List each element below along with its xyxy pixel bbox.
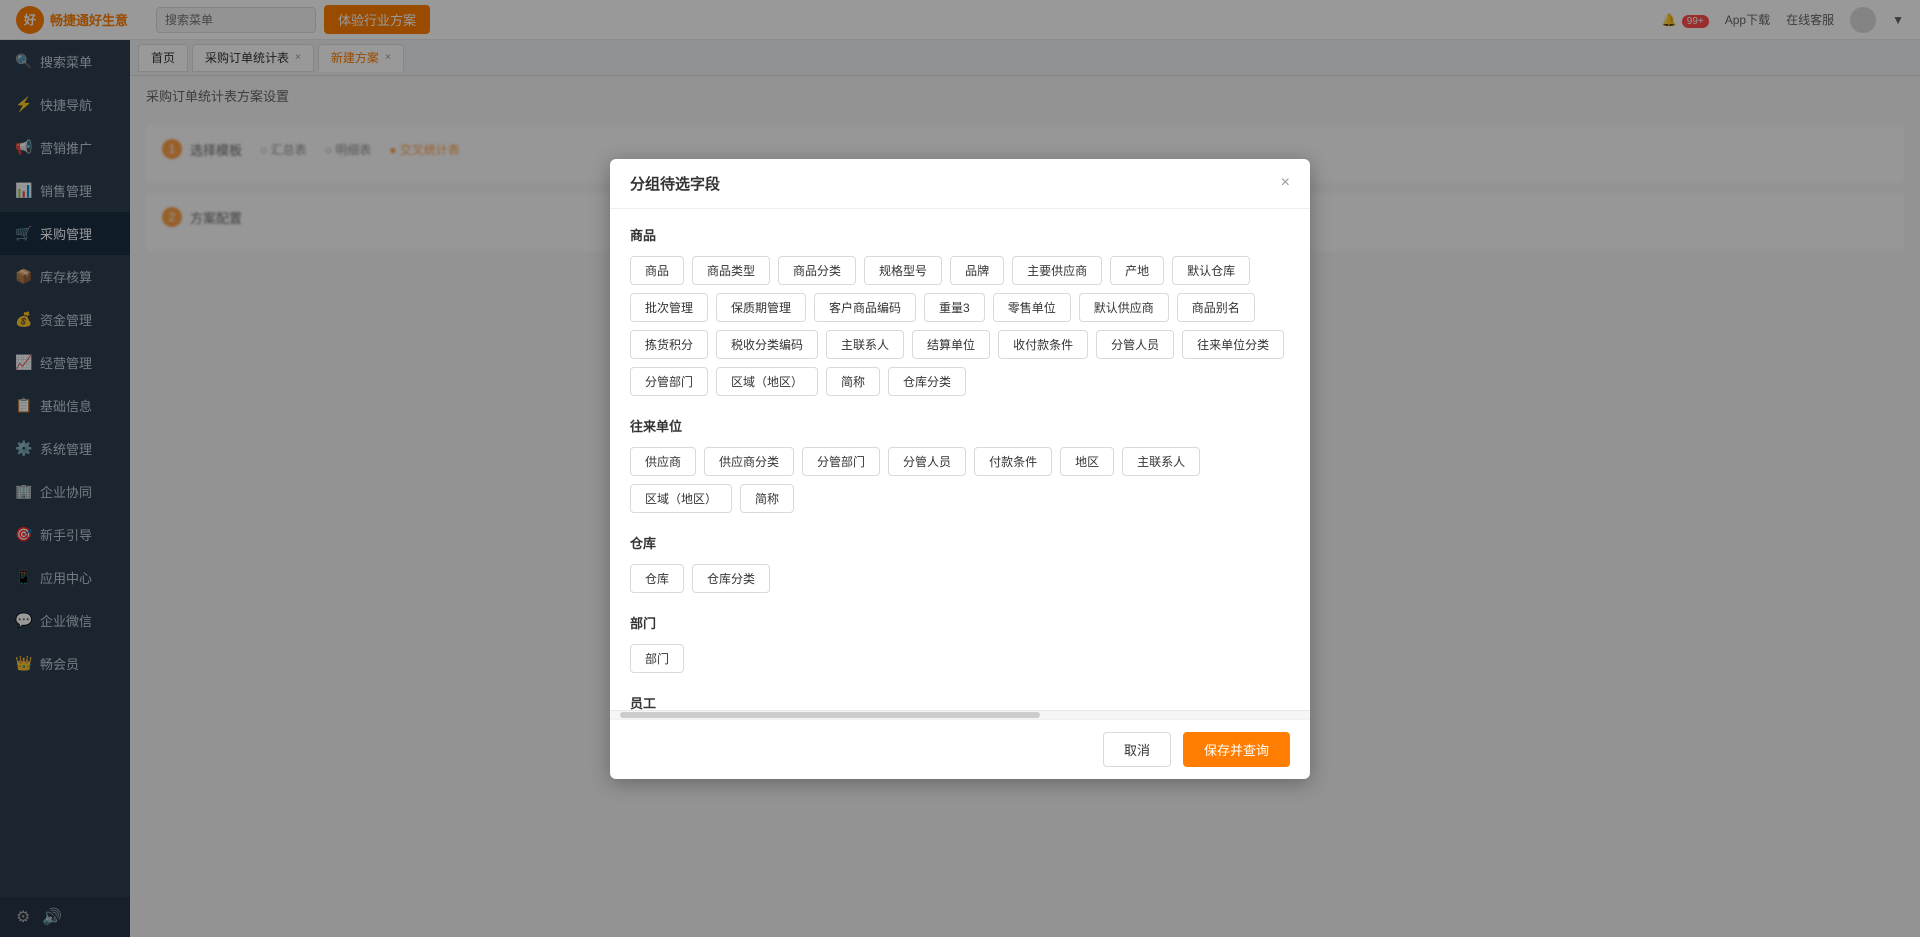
department-fields: 部门 [630,644,1290,673]
section-warehouse: 仓库 仓库 仓库分类 [630,533,1290,593]
field-short-name[interactable]: 简称 [826,367,880,396]
field-goods-type[interactable]: 商品类型 [692,256,770,285]
field-payment-terms[interactable]: 收付款条件 [998,330,1088,359]
field-batch-mgmt[interactable]: 批次管理 [630,293,708,322]
field-retail-unit[interactable]: 零售单位 [993,293,1071,322]
field-contact[interactable]: 主联系人 [1122,447,1200,476]
field-wh[interactable]: 仓库 [630,564,684,593]
section-product-title: 商品 [630,225,1290,244]
field-warehouse-cat[interactable]: 仓库分类 [888,367,966,396]
section-partner-title: 往来单位 [630,416,1290,435]
field-dept-field[interactable]: 部门 [630,644,684,673]
field-region-area[interactable]: 区域（地区） [716,367,818,396]
section-department-title: 部门 [630,613,1290,632]
modal-footer: 取消 保存并查询 [610,719,1310,779]
modal-body: 商品 商品 商品类型 商品分类 规格型号 品牌 主要供应商 产地 默认仓库 批次… [610,209,1310,710]
modal-close-button[interactable]: × [1281,175,1290,191]
field-mgr-person[interactable]: 分管人员 [888,447,966,476]
field-tax-code[interactable]: 税收分类编码 [716,330,818,359]
modal-hscroll-thumb [620,712,1040,718]
confirm-button[interactable]: 保存并查询 [1183,732,1290,767]
section-staff-title: 员工 [630,693,1290,710]
field-default-supplier[interactable]: 默认供应商 [1079,293,1169,322]
field-dept-mgmt[interactable]: 分管部门 [630,367,708,396]
modal-dialog: 分组待选字段 × 商品 商品 商品类型 商品分类 规格型号 品牌 主要供应商 产… [610,159,1310,779]
modal-overlay: 分组待选字段 × 商品 商品 商品类型 商品分类 规格型号 品牌 主要供应商 产… [0,0,1920,937]
field-supplier-category[interactable]: 供应商分类 [704,447,794,476]
field-brand[interactable]: 品牌 [950,256,1004,285]
field-goods-alias[interactable]: 商品别名 [1177,293,1255,322]
section-department: 部门 部门 [630,613,1290,673]
field-settle-unit[interactable]: 结算单位 [912,330,990,359]
field-area[interactable]: 地区 [1060,447,1114,476]
field-weight3[interactable]: 重量3 [924,293,985,322]
cancel-button[interactable]: 取消 [1103,732,1171,767]
field-customer-code[interactable]: 客户商品编码 [814,293,916,322]
field-supplier[interactable]: 供应商 [630,447,696,476]
field-origin[interactable]: 产地 [1110,256,1164,285]
section-partner: 往来单位 供应商 供应商分类 分管部门 分管人员 付款条件 地区 主联系人 区域… [630,416,1290,513]
field-mgr-staff[interactable]: 分管人员 [1096,330,1174,359]
modal-title: 分组待选字段 [630,173,720,194]
field-wh-category[interactable]: 仓库分类 [692,564,770,593]
field-payment-cond[interactable]: 付款条件 [974,447,1052,476]
field-dept-partner[interactable]: 分管部门 [802,447,880,476]
field-region2[interactable]: 区域（地区） [630,484,732,513]
product-fields: 商品 商品类型 商品分类 规格型号 品牌 主要供应商 产地 默认仓库 批次管理 … [630,256,1290,396]
field-from-unit-type[interactable]: 往来单位分类 [1182,330,1284,359]
field-shelf-life[interactable]: 保质期管理 [716,293,806,322]
modal-header: 分组待选字段 × [610,159,1310,209]
field-spec-type[interactable]: 规格型号 [864,256,942,285]
field-default-warehouse[interactable]: 默认仓库 [1172,256,1250,285]
modal-hscroll[interactable] [610,710,1310,719]
section-warehouse-title: 仓库 [630,533,1290,552]
field-short2[interactable]: 简称 [740,484,794,513]
partner-fields: 供应商 供应商分类 分管部门 分管人员 付款条件 地区 主联系人 区域（地区） … [630,447,1290,513]
field-goods[interactable]: 商品 [630,256,684,285]
field-goods-category[interactable]: 商品分类 [778,256,856,285]
field-main-supplier[interactable]: 主要供应商 [1012,256,1102,285]
field-pick-points[interactable]: 拣货积分 [630,330,708,359]
field-main-contact[interactable]: 主联系人 [826,330,904,359]
section-staff: 员工 业务员 [630,693,1290,710]
section-product: 商品 商品 商品类型 商品分类 规格型号 品牌 主要供应商 产地 默认仓库 批次… [630,225,1290,396]
warehouse-fields: 仓库 仓库分类 [630,564,1290,593]
